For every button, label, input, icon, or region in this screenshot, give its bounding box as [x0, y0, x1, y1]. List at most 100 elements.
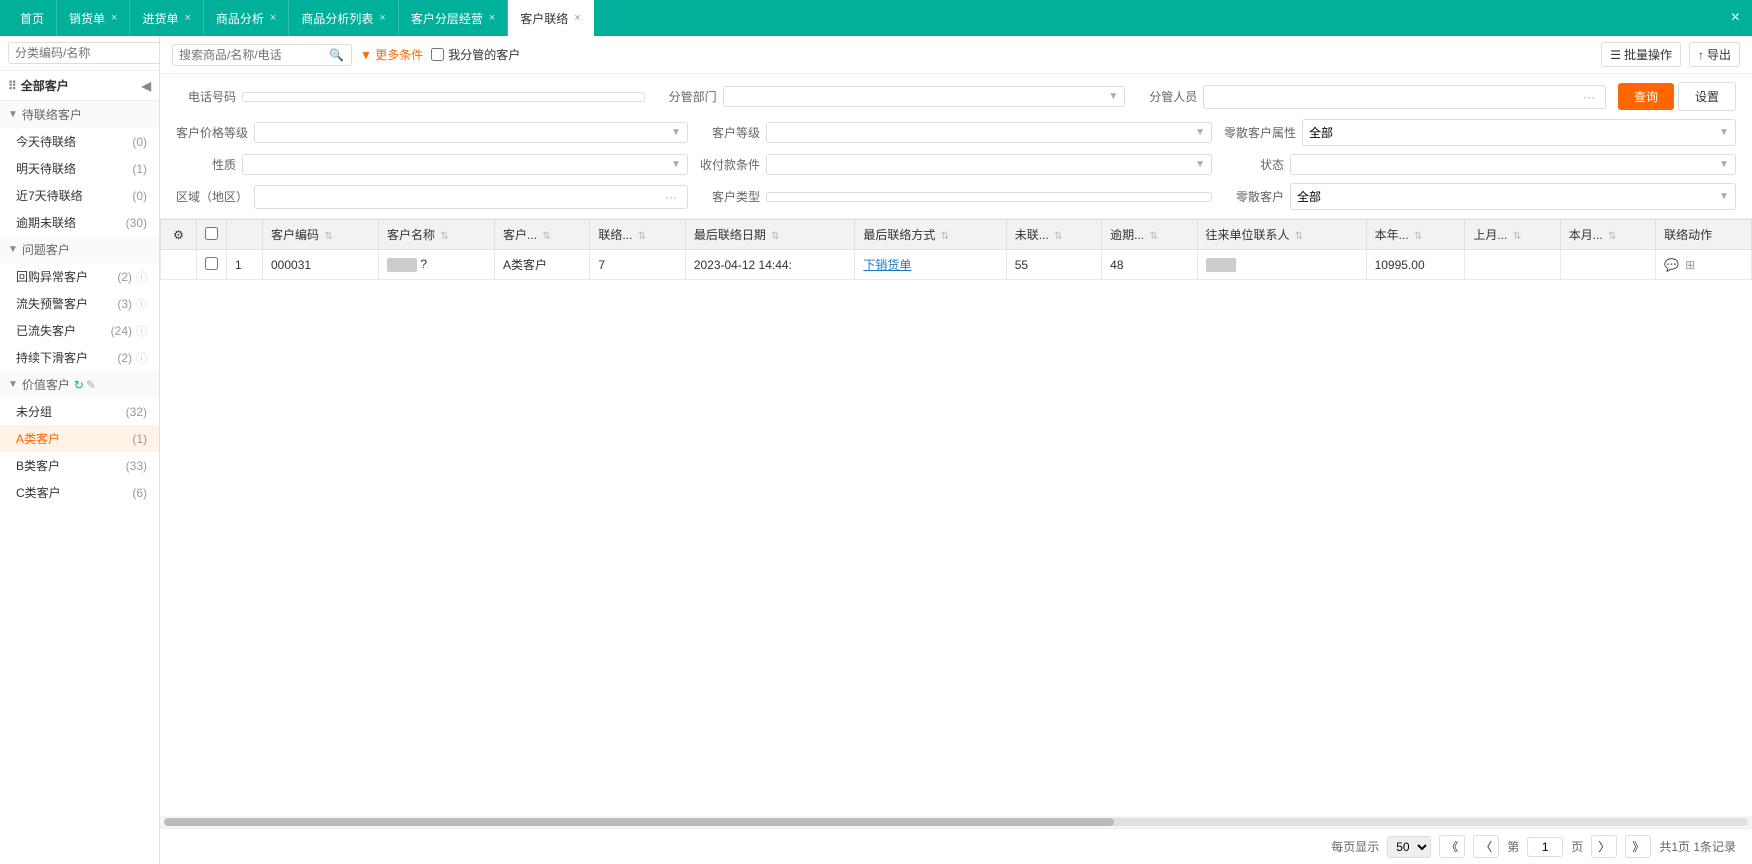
main-search-input[interactable] — [179, 48, 329, 62]
sidebar-item-declining[interactable]: 持续下滑客户 (2) ⓘ — [0, 344, 159, 371]
retail-attr-select[interactable]: 全部 ▼ — [1302, 119, 1736, 146]
nav-tab-customer-contact[interactable]: 客户联络 × — [508, 0, 593, 36]
col-last-contact-method[interactable]: 最后联络方式 ⇅ — [855, 220, 1006, 250]
sort-nocontact: ⇅ — [1054, 231, 1062, 242]
row-checkbox[interactable] — [205, 257, 218, 270]
export-button[interactable]: ↑ 导出 — [1689, 42, 1740, 67]
more-conditions-button[interactable]: ▼ 更多条件 — [360, 46, 423, 63]
edit-icon[interactable]: ✎ — [86, 378, 96, 392]
contact-method-link[interactable]: 下销货单 — [863, 258, 911, 272]
page-size-select[interactable]: 50 — [1387, 836, 1431, 858]
section-arrow2: ▼ — [8, 244, 18, 255]
col-this-year[interactable]: 本年... ⇅ — [1366, 220, 1465, 250]
manager-input[interactable]: ··· — [1203, 85, 1606, 109]
chat-icon[interactable]: 💬 — [1664, 258, 1679, 272]
sidebar-item-a-class[interactable]: A类客户 (1) — [0, 425, 159, 452]
col-customer-type[interactable]: 客户... ⇅ — [495, 220, 590, 250]
page-number-input[interactable] — [1527, 837, 1563, 857]
info-icon-4[interactable]: ⓘ — [136, 350, 147, 366]
nav-tab-customer-layer[interactable]: 客户分层经营 × — [399, 0, 508, 36]
info-icon-2[interactable]: ⓘ — [136, 296, 147, 312]
col-contact[interactable]: 联络... ⇅ — [590, 220, 685, 250]
nature-select[interactable]: ▼ — [242, 154, 688, 175]
row-action-icons: 💬 ⊞ — [1664, 258, 1743, 272]
settings-button[interactable]: 设置 — [1678, 82, 1736, 111]
info-icon-1[interactable]: ⓘ — [136, 269, 147, 285]
nav-tab-goods-analysis[interactable]: 商品分析 × — [204, 0, 289, 36]
payment-select[interactable]: ▼ — [766, 154, 1212, 175]
cell-unit-contact — [1197, 250, 1366, 280]
last-page-button[interactable]: 》 — [1625, 835, 1651, 858]
horizontal-scrollbar[interactable] — [160, 816, 1752, 828]
nav-tab-purchase[interactable]: 进货单 × — [130, 0, 203, 36]
refresh-icon[interactable]: ↻ — [74, 378, 84, 392]
close-sales-tab[interactable]: × — [111, 12, 117, 24]
filter-retail-attr: 零散客户属性 全部 ▼ — [1224, 119, 1736, 146]
dept-select[interactable]: ▼ — [723, 86, 1126, 107]
prev-page-button[interactable]: 〈 — [1473, 835, 1499, 858]
col-checkbox — [197, 220, 227, 250]
phone-input[interactable] — [242, 92, 645, 102]
sidebar-item-overdue[interactable]: 逾期未联络 (30) — [0, 209, 159, 236]
grid-icon[interactable]: ⊞ — [1685, 258, 1695, 272]
query-button[interactable]: 查询 — [1618, 83, 1674, 110]
region-input[interactable]: ··· — [254, 185, 688, 209]
filter-row-1: 电话号码 分管部门 ▼ 分管人员 ··· 查询 设置 — [176, 82, 1736, 111]
batch-ops-button[interactable]: ☰ 批量操作 — [1601, 42, 1681, 67]
main-search-icon[interactable]: 🔍 — [329, 48, 344, 62]
sidebar-collapse-button[interactable]: ◀ — [142, 79, 151, 93]
cell-overdue: 48 — [1102, 250, 1197, 280]
cell-this-month — [1560, 250, 1655, 280]
sidebar-item-today[interactable]: 今天待联络 (0) — [0, 128, 159, 155]
col-gear[interactable]: ⚙ — [161, 220, 197, 250]
customer-type-input[interactable] — [766, 192, 1212, 202]
info-icon-3[interactable]: ⓘ — [136, 323, 147, 339]
section-problem-customers[interactable]: ▼ 问题客户 — [0, 236, 159, 263]
sidebar-item-repurchase-abnormal[interactable]: 回购异常客户 (2) ⓘ — [0, 263, 159, 290]
first-page-button[interactable]: 《 — [1439, 835, 1465, 858]
sidebar-item-churned[interactable]: 已流失客户 (24) ⓘ — [0, 317, 159, 344]
region-dots[interactable]: ··· — [661, 190, 681, 204]
sidebar-search-input[interactable] — [8, 42, 160, 64]
customers-table: ⚙ 客户编码 ⇅ 客户名称 ⇅ — [160, 219, 1752, 280]
section-pending-contact[interactable]: ▼ 待联络客户 — [0, 101, 159, 128]
gear-icon[interactable]: ⚙ — [173, 228, 184, 242]
select-all-checkbox[interactable] — [205, 227, 218, 240]
next-page-button[interactable]: 〉 — [1591, 835, 1617, 858]
close-customer-contact-tab[interactable]: × — [574, 12, 580, 24]
sort-overdue: ⇅ — [1150, 231, 1158, 242]
close-purchase-tab[interactable]: × — [184, 12, 190, 24]
retail-customer-select[interactable]: 全部 ▼ — [1290, 183, 1736, 210]
nav-tab-goods-list[interactable]: 商品分析列表 × — [289, 0, 398, 36]
my-customers-checkbox[interactable]: 我分管的客户 — [431, 46, 520, 63]
col-last-month[interactable]: 上月... ⇅ — [1465, 220, 1560, 250]
col-last-contact-date[interactable]: 最后联络日期 ⇅ — [685, 220, 855, 250]
close-goods-list-tab[interactable]: × — [379, 12, 385, 24]
status-select[interactable]: ▼ — [1290, 154, 1736, 175]
sidebar-item-tomorrow[interactable]: 明天待联络 (1) — [0, 155, 159, 182]
filter-phone: 电话号码 — [176, 88, 645, 105]
sidebar-item-7days[interactable]: 近7天待联络 (0) — [0, 182, 159, 209]
col-unit-contact[interactable]: 往来单位联系人 ⇅ — [1197, 220, 1366, 250]
col-no-contact[interactable]: 未联... ⇅ — [1006, 220, 1101, 250]
sidebar-all-customers[interactable]: ⠿ 全部客户 ◀ — [0, 71, 159, 101]
nav-tab-home[interactable]: 首页 — [8, 0, 57, 36]
my-customers-check[interactable] — [431, 48, 444, 61]
manager-dots[interactable]: ··· — [1579, 90, 1599, 104]
sort-type: ⇅ — [542, 231, 550, 242]
close-all-button[interactable]: × — [1727, 5, 1744, 31]
col-overdue[interactable]: 逾期... ⇅ — [1102, 220, 1197, 250]
sidebar-item-unclassified[interactable]: 未分组 (32) — [0, 398, 159, 425]
close-customer-layer-tab[interactable]: × — [489, 12, 495, 24]
sidebar-item-churn-warning[interactable]: 流失预警客户 (3) ⓘ — [0, 290, 159, 317]
col-this-month[interactable]: 本月... ⇅ — [1560, 220, 1655, 250]
sidebar-item-c-class[interactable]: C类客户 (6) — [0, 479, 159, 506]
col-customer-name[interactable]: 客户名称 ⇅ — [379, 220, 495, 250]
customer-grade-select[interactable]: ▼ — [766, 122, 1212, 143]
nav-tab-sales[interactable]: 销货单 × — [57, 0, 130, 36]
price-grade-select[interactable]: ▼ — [254, 122, 688, 143]
sidebar-item-b-class[interactable]: B类客户 (33) — [0, 452, 159, 479]
sort-name: ⇅ — [440, 231, 448, 242]
col-customer-code[interactable]: 客户编码 ⇅ — [263, 220, 379, 250]
close-goods-analysis-tab[interactable]: × — [270, 12, 276, 24]
